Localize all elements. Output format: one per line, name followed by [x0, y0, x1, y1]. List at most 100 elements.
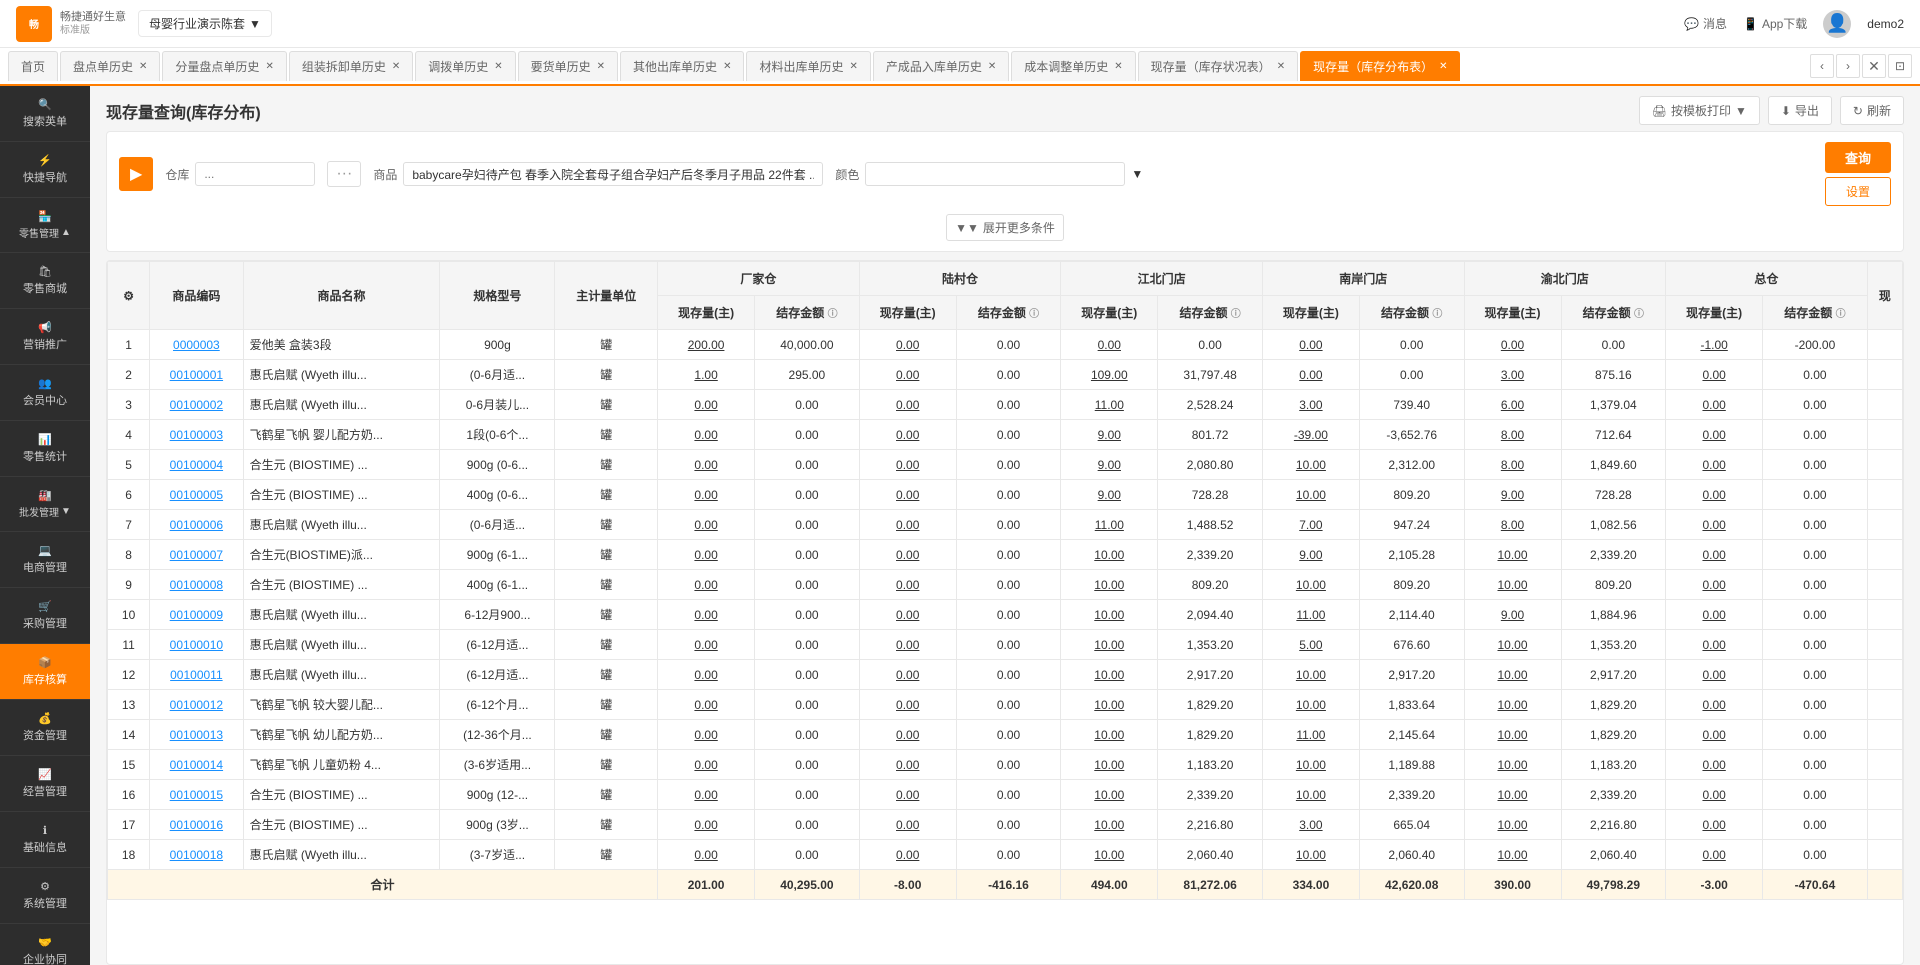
row-z-stock[interactable]: 0.00	[1666, 570, 1763, 600]
row-l-stock[interactable]: 0.00	[859, 780, 956, 810]
row-yb-stock[interactable]: 10.00	[1464, 840, 1561, 870]
row-na-stock[interactable]: 10.00	[1262, 570, 1359, 600]
sidebar-item-retail-stats[interactable]: 📊 零售统计	[0, 421, 90, 477]
sidebar-item-ops[interactable]: 📈 经营管理	[0, 756, 90, 812]
row-jb-stock[interactable]: 10.00	[1061, 570, 1158, 600]
avatar[interactable]: 👤	[1823, 10, 1851, 38]
tab-cost-adjust[interactable]: 成本调整单历史 ✕	[1011, 51, 1135, 81]
row-na-stock[interactable]: 10.00	[1262, 780, 1359, 810]
row-yb-stock[interactable]: 3.00	[1464, 360, 1561, 390]
row-l-stock[interactable]: 0.00	[859, 450, 956, 480]
sidebar-item-basic[interactable]: ℹ 基础信息	[0, 812, 90, 868]
row-f-stock[interactable]: 0.00	[658, 420, 755, 450]
row-na-stock[interactable]: 7.00	[1262, 510, 1359, 540]
row-yb-stock[interactable]: 6.00	[1464, 390, 1561, 420]
row-yb-stock[interactable]: 10.00	[1464, 810, 1561, 840]
row-l-stock[interactable]: 0.00	[859, 360, 956, 390]
row-jb-stock[interactable]: 9.00	[1061, 450, 1158, 480]
row-yb-stock[interactable]: 8.00	[1464, 420, 1561, 450]
row-l-stock[interactable]: 0.00	[859, 690, 956, 720]
row-l-stock[interactable]: 0.00	[859, 510, 956, 540]
tab-close-all-button[interactable]: ✕	[1862, 54, 1886, 78]
row-jb-stock[interactable]: 9.00	[1061, 480, 1158, 510]
sidebar-item-retail-shop[interactable]: 🛍 零售商城	[0, 253, 90, 309]
row-f-stock[interactable]: 1.00	[658, 360, 755, 390]
tab-close-icon[interactable]: ✕	[849, 61, 857, 72]
row-z-stock[interactable]: 0.00	[1666, 510, 1763, 540]
warehouse-more-button[interactable]: ···	[327, 161, 361, 187]
expand-collapse-button[interactable]: ▶	[119, 157, 153, 191]
tab-split-count[interactable]: 分量盘点单历史 ✕	[162, 51, 286, 81]
tab-close-icon[interactable]: ✕	[392, 61, 400, 72]
row-l-stock[interactable]: 0.00	[859, 660, 956, 690]
row-z-stock[interactable]: 0.00	[1666, 600, 1763, 630]
row-f-stock[interactable]: 0.00	[658, 480, 755, 510]
tab-transfer[interactable]: 调拨单历史 ✕	[415, 51, 515, 81]
row-code[interactable]: 00100004	[150, 450, 243, 480]
query-button[interactable]: 查询	[1825, 142, 1891, 173]
tab-other-out[interactable]: 其他出库单历史 ✕	[620, 51, 744, 81]
row-code[interactable]: 00100007	[150, 540, 243, 570]
sidebar-item-system[interactable]: ⚙ 系统管理	[0, 868, 90, 924]
row-na-stock[interactable]: 11.00	[1262, 600, 1359, 630]
row-l-stock[interactable]: 0.00	[859, 810, 956, 840]
row-z-stock[interactable]: 0.00	[1666, 450, 1763, 480]
row-f-stock[interactable]: 0.00	[658, 450, 755, 480]
sidebar-item-quicknav[interactable]: ⚡ 快捷导航	[0, 142, 90, 198]
row-l-stock[interactable]: 0.00	[859, 600, 956, 630]
row-code[interactable]: 00100013	[150, 720, 243, 750]
color-input[interactable]	[865, 162, 1125, 186]
row-z-stock[interactable]: 0.00	[1666, 840, 1763, 870]
tab-material-out[interactable]: 材料出库单历史 ✕	[746, 51, 870, 81]
row-code[interactable]: 00100006	[150, 510, 243, 540]
row-jb-stock[interactable]: 10.00	[1061, 660, 1158, 690]
row-f-stock[interactable]: 0.00	[658, 840, 755, 870]
row-na-stock[interactable]: 10.00	[1262, 450, 1359, 480]
row-jb-stock[interactable]: 10.00	[1061, 840, 1158, 870]
sidebar-item-ecommerce[interactable]: 💻 电商管理	[0, 532, 90, 588]
row-na-stock[interactable]: 10.00	[1262, 840, 1359, 870]
row-z-stock[interactable]: 0.00	[1666, 780, 1763, 810]
row-f-stock[interactable]: 0.00	[658, 510, 755, 540]
row-z-stock[interactable]: 0.00	[1666, 750, 1763, 780]
row-f-stock[interactable]: 0.00	[658, 540, 755, 570]
row-na-stock[interactable]: 0.00	[1262, 330, 1359, 360]
row-code[interactable]: 00100012	[150, 690, 243, 720]
row-na-stock[interactable]: 10.00	[1262, 750, 1359, 780]
tab-finished-in[interactable]: 产成品入库单历史 ✕	[873, 51, 1009, 81]
row-l-stock[interactable]: 0.00	[859, 540, 956, 570]
row-f-stock[interactable]: 0.00	[658, 810, 755, 840]
row-f-stock[interactable]: 0.00	[658, 630, 755, 660]
row-jb-stock[interactable]: 11.00	[1061, 390, 1158, 420]
row-code[interactable]: 00100005	[150, 480, 243, 510]
export-button[interactable]: ⬇ 导出	[1768, 96, 1832, 125]
sidebar-item-retail-mgmt[interactable]: 🏪 零售管理 ▲	[0, 198, 90, 253]
row-jb-stock[interactable]: 109.00	[1061, 360, 1158, 390]
row-jb-stock[interactable]: 9.00	[1061, 420, 1158, 450]
sidebar-item-search[interactable]: 🔍 搜索英单	[0, 86, 90, 142]
settings-col-header[interactable]: ⚙	[108, 262, 150, 330]
row-l-stock[interactable]: 0.00	[859, 840, 956, 870]
row-jb-stock[interactable]: 10.00	[1061, 600, 1158, 630]
row-f-stock[interactable]: 0.00	[658, 570, 755, 600]
row-l-stock[interactable]: 0.00	[859, 630, 956, 660]
row-f-stock[interactable]: 200.00	[658, 330, 755, 360]
row-na-stock[interactable]: -39.00	[1262, 420, 1359, 450]
tab-expand-button[interactable]: ⊡	[1888, 54, 1912, 78]
row-jb-stock[interactable]: 10.00	[1061, 690, 1158, 720]
row-code[interactable]: 00100001	[150, 360, 243, 390]
row-na-stock[interactable]: 10.00	[1262, 480, 1359, 510]
row-z-stock[interactable]: 0.00	[1666, 360, 1763, 390]
row-l-stock[interactable]: 0.00	[859, 330, 956, 360]
row-l-stock[interactable]: 0.00	[859, 390, 956, 420]
row-code[interactable]: 00100003	[150, 420, 243, 450]
print-button[interactable]: 🖨 按模板打印 ▼	[1639, 96, 1760, 125]
row-yb-stock[interactable]: 0.00	[1464, 330, 1561, 360]
row-f-stock[interactable]: 0.00	[658, 780, 755, 810]
row-z-stock[interactable]: -1.00	[1666, 330, 1763, 360]
sidebar-item-finance[interactable]: 💰 资金管理	[0, 700, 90, 756]
row-jb-stock[interactable]: 10.00	[1061, 780, 1158, 810]
row-l-stock[interactable]: 0.00	[859, 570, 956, 600]
message-action[interactable]: 💬 消息	[1684, 15, 1727, 32]
row-z-stock[interactable]: 0.00	[1666, 660, 1763, 690]
